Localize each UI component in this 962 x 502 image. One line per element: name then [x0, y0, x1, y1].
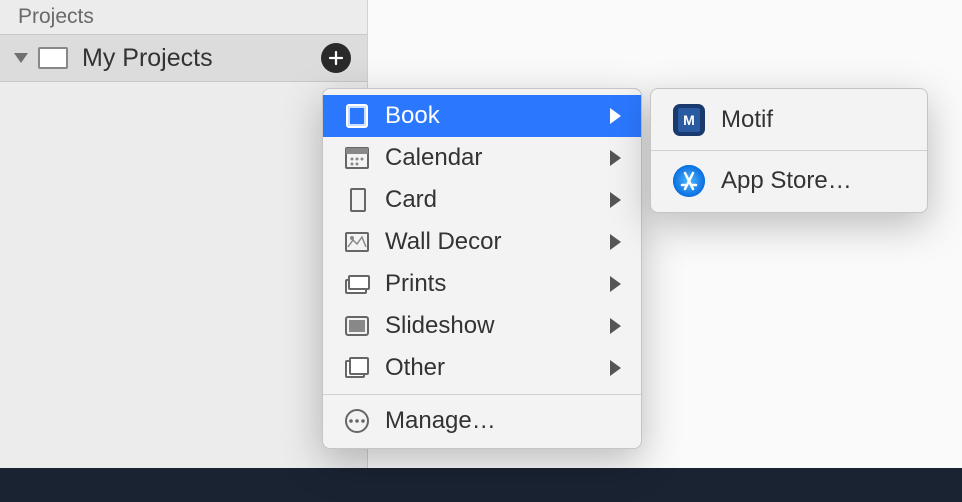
- chevron-right-icon: [610, 234, 621, 250]
- add-project-button[interactable]: [321, 43, 351, 73]
- menu-item-other[interactable]: Other: [323, 347, 641, 389]
- sidebar-header: Projects: [0, 0, 367, 34]
- submenu-item-appstore[interactable]: App Store…: [651, 156, 927, 206]
- submenu-item-motif[interactable]: M Motif: [651, 95, 927, 145]
- menu-item-label: Slideshow: [385, 312, 610, 340]
- menu-separator: [651, 150, 927, 151]
- menu-item-label: Other: [385, 354, 610, 382]
- menu-item-label: Card: [385, 186, 610, 214]
- sidebar-item-label: My Projects: [82, 44, 321, 73]
- walldecor-icon: [343, 228, 371, 256]
- menu-item-slideshow[interactable]: Slideshow: [323, 305, 641, 347]
- slideshow-icon: [343, 312, 371, 340]
- menu-item-label: Manage…: [385, 407, 621, 435]
- submenu-item-label: Motif: [721, 106, 773, 134]
- chevron-right-icon: [610, 276, 621, 292]
- menu-item-calendar[interactable]: Calendar: [323, 137, 641, 179]
- submenu-item-label: App Store…: [721, 167, 852, 195]
- chevron-right-icon: [610, 192, 621, 208]
- chevron-right-icon: [610, 150, 621, 166]
- appstore-icon: [671, 163, 707, 199]
- sidebar-item-myprojects[interactable]: My Projects: [0, 34, 367, 82]
- prints-icon: [343, 270, 371, 298]
- menu-separator: [323, 394, 641, 395]
- motif-icon: M: [671, 102, 707, 138]
- menu-item-walldecor[interactable]: Wall Decor: [323, 221, 641, 263]
- calendar-icon: [343, 144, 371, 172]
- other-icon: [343, 354, 371, 382]
- menu-item-label: Prints: [385, 270, 610, 298]
- sidebar: Projects My Projects: [0, 0, 368, 468]
- project-type-menu: Book Calendar Card Wall Decor Prints Sli: [322, 88, 642, 449]
- svg-text:M: M: [683, 112, 695, 128]
- manage-icon: [343, 407, 371, 435]
- book-icon: [343, 102, 371, 130]
- menu-item-book[interactable]: Book: [323, 95, 641, 137]
- menu-item-prints[interactable]: Prints: [323, 263, 641, 305]
- menu-item-label: Wall Decor: [385, 228, 610, 256]
- chevron-right-icon: [610, 360, 621, 376]
- chevron-right-icon: [610, 108, 621, 124]
- disclosure-triangle-icon[interactable]: [14, 53, 28, 63]
- menu-item-card[interactable]: Card: [323, 179, 641, 221]
- menu-item-manage[interactable]: Manage…: [323, 400, 641, 442]
- menu-item-label: Calendar: [385, 144, 610, 172]
- bottom-bar: [0, 468, 962, 502]
- card-icon: [343, 186, 371, 214]
- book-submenu: M Motif App Store…: [650, 88, 928, 213]
- chevron-right-icon: [610, 318, 621, 334]
- menu-item-label: Book: [385, 102, 610, 130]
- projects-folder-icon: [38, 47, 68, 69]
